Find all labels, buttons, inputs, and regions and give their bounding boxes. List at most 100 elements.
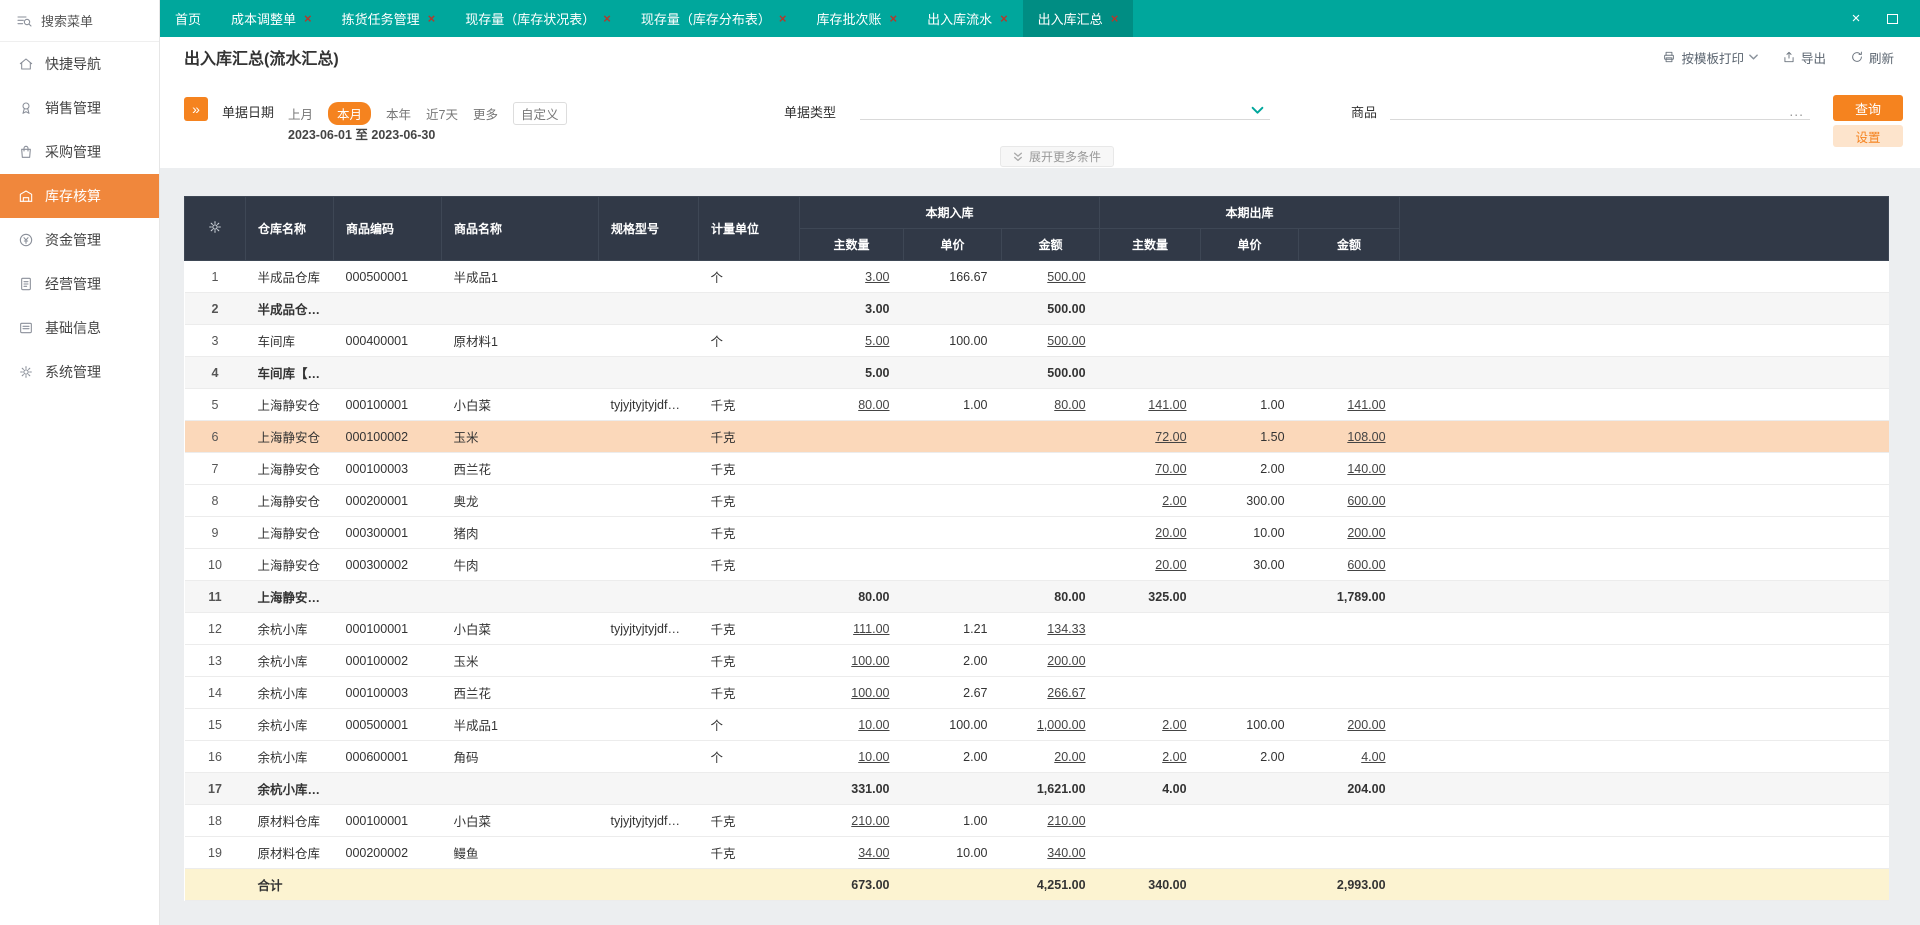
print-by-template-button[interactable]: 按模板打印 bbox=[1662, 48, 1758, 67]
cell-in-amount-link[interactable]: 340.00 bbox=[1047, 846, 1085, 860]
tab-stock-dist[interactable]: 现存量（库存分布表） × bbox=[626, 0, 802, 37]
table-row[interactable]: 7 上海静安仓 000100003 西兰花 千克 70.00 2.00 140.00 bbox=[184, 452, 1889, 485]
cell-out-amount-link[interactable]: 108.00 bbox=[1347, 430, 1385, 444]
settings-button[interactable]: 设置 bbox=[1833, 125, 1903, 147]
table-row[interactable]: 5 上海静安仓 000100001 小白菜 tyjyjtyjtyjdf… 千克 80.00 1… bbox=[184, 388, 1889, 421]
cell-out-amount-link[interactable]: 141.00 bbox=[1347, 398, 1385, 412]
cell-out-qty-link[interactable]: 20.00 bbox=[1155, 558, 1186, 572]
subtotal-row[interactable]: 17 余杭小库【… 331.00 1,621.00 4.00 204.00 bbox=[184, 772, 1889, 805]
tab-close-icon[interactable]: × bbox=[603, 12, 611, 25]
cell-out-amount-link[interactable]: 4.00 bbox=[1361, 750, 1385, 764]
cell-in-amount-link[interactable]: 500.00 bbox=[1047, 334, 1085, 348]
header-out-amount[interactable]: 金额 bbox=[1298, 228, 1401, 261]
tab-close-icon[interactable]: × bbox=[889, 12, 897, 25]
query-button[interactable]: 查询 bbox=[1833, 95, 1903, 121]
cell-out-amount-link[interactable]: 200.00 bbox=[1347, 718, 1385, 732]
header-warehouse[interactable]: 仓库名称 bbox=[245, 196, 334, 261]
table-row[interactable]: 9 上海静安仓 000300001 猪肉 千克 20.00 10.00 200.00 bbox=[184, 516, 1889, 549]
cell-in-qty-link[interactable]: 210.00 bbox=[851, 814, 889, 828]
tab-close-icon[interactable]: × bbox=[1000, 12, 1008, 25]
header-in-qty[interactable]: 主数量 bbox=[799, 228, 904, 261]
tab-close-icon[interactable]: × bbox=[1111, 12, 1119, 25]
header-in-price[interactable]: 单价 bbox=[903, 228, 1002, 261]
refresh-button[interactable]: 刷新 bbox=[1850, 48, 1894, 67]
tab-inout-flow[interactable]: 出入库流水 × bbox=[912, 0, 1023, 37]
cell-in-amount-link[interactable]: 1,000.00 bbox=[1037, 718, 1086, 732]
tab-close-icon[interactable]: × bbox=[428, 12, 436, 25]
cell-out-qty-link[interactable]: 2.00 bbox=[1162, 750, 1186, 764]
tab-close-icon[interactable]: × bbox=[779, 12, 787, 25]
expand-more-conditions-button[interactable]: 展开更多条件 bbox=[999, 146, 1115, 167]
cell-in-amount-link[interactable]: 20.00 bbox=[1054, 750, 1085, 764]
tab-cost-adjust[interactable]: 成本调整单 × bbox=[216, 0, 327, 37]
cell-in-qty-link[interactable]: 10.00 bbox=[858, 718, 889, 732]
product-input[interactable]: ... bbox=[1390, 94, 1810, 120]
sidebar-item-system[interactable]: 系统管理 bbox=[0, 350, 159, 394]
sidebar-item-funds[interactable]: 资金管理 bbox=[0, 218, 159, 262]
header-out-qty[interactable]: 主数量 bbox=[1099, 228, 1202, 261]
header-unit[interactable]: 计量单位 bbox=[698, 196, 800, 261]
cell-in-qty-link[interactable]: 10.00 bbox=[858, 750, 889, 764]
date-option-本年[interactable]: 本年 bbox=[386, 104, 411, 123]
sidebar-item-business[interactable]: 经营管理 bbox=[0, 262, 159, 306]
date-option-上月[interactable]: 上月 bbox=[288, 104, 313, 123]
sidebar-item-purchase[interactable]: 采购管理 bbox=[0, 130, 159, 174]
cell-out-qty-link[interactable]: 2.00 bbox=[1162, 494, 1186, 508]
sidebar-item-inventory[interactable]: 库存核算 bbox=[0, 174, 159, 218]
cell-out-qty-link[interactable]: 20.00 bbox=[1155, 526, 1186, 540]
table-row[interactable]: 6 上海静安仓 000100002 玉米 千克 72.00 1.50 108.00 bbox=[184, 420, 1889, 453]
cell-in-qty-link[interactable]: 3.00 bbox=[865, 270, 889, 284]
sidebar-search[interactable]: 搜索菜单 bbox=[0, 0, 159, 42]
table-row[interactable]: 18 原材料仓库 000100001 小白菜 tyjyjtyjtyjdf… 千克 210.0… bbox=[184, 804, 1889, 837]
date-option-近7天[interactable]: 近7天 bbox=[426, 104, 458, 123]
header-name[interactable]: 商品名称 bbox=[441, 196, 599, 261]
cell-in-qty-link[interactable]: 100.00 bbox=[851, 686, 889, 700]
close-window-icon[interactable]: × bbox=[1848, 10, 1864, 27]
export-button[interactable]: 导出 bbox=[1782, 48, 1826, 67]
table-row[interactable]: 3 车间库 000400001 原材料1 个 5.00 100.00 500.00 bbox=[184, 324, 1889, 357]
date-option-更多[interactable]: 更多 bbox=[473, 104, 498, 123]
cell-out-amount-link[interactable]: 600.00 bbox=[1347, 494, 1385, 508]
table-row[interactable]: 12 余杭小库 000100001 小白菜 tyjyjtyjtyjdf… 千克 111.00… bbox=[184, 612, 1889, 645]
cell-out-amount-link[interactable]: 600.00 bbox=[1347, 558, 1385, 572]
cell-in-amount-link[interactable]: 200.00 bbox=[1047, 654, 1085, 668]
table-row[interactable]: 13 余杭小库 000100002 玉米 千克 100.00 2.00 200.00 bbox=[184, 644, 1889, 677]
doc-type-select[interactable] bbox=[860, 94, 1270, 120]
cell-in-qty-link[interactable]: 80.00 bbox=[858, 398, 889, 412]
table-row[interactable]: 19 原材料仓库 000200002 鳗鱼 千克 34.00 10.00 340.00 bbox=[184, 836, 1889, 869]
maximize-window-icon[interactable] bbox=[1884, 11, 1900, 27]
cell-out-qty-link[interactable]: 2.00 bbox=[1162, 718, 1186, 732]
sidebar-item-base-info[interactable]: 基础信息 bbox=[0, 306, 159, 350]
tab-picking-task[interactable]: 拣货任务管理 × bbox=[327, 0, 451, 37]
subtotal-row[interactable]: 11 上海静安仓… 80.00 80.00 325.00 1,789.00 bbox=[184, 580, 1889, 613]
tab-close-icon[interactable]: × bbox=[304, 12, 312, 25]
header-code[interactable]: 商品编码 bbox=[333, 196, 442, 261]
table-row[interactable]: 15 余杭小库 000500001 半成品1 个 10.00 100.00 1,000.00 2… bbox=[184, 708, 1889, 741]
subtotal-row[interactable]: 2 半成品仓库… 3.00 500.00 bbox=[184, 292, 1889, 325]
cell-out-qty-link[interactable]: 70.00 bbox=[1155, 462, 1186, 476]
sidebar-item-quick-nav[interactable]: 快捷导航 bbox=[0, 42, 159, 86]
tab-inout-summary[interactable]: 出入库汇总 × bbox=[1022, 0, 1134, 37]
cell-out-qty-link[interactable]: 72.00 bbox=[1155, 430, 1186, 444]
date-range-value[interactable]: 2023-06-01 至 2023-06-30 bbox=[288, 124, 435, 143]
date-option-本月[interactable]: 本月 bbox=[328, 102, 372, 125]
table-row[interactable]: 8 上海静安仓 000200001 奥龙 千克 2.00 300.00 600.00 bbox=[184, 484, 1889, 517]
cell-in-qty-link[interactable]: 111.00 bbox=[853, 622, 889, 636]
cell-in-amount-link[interactable]: 210.00 bbox=[1047, 814, 1085, 828]
cell-in-amount-link[interactable]: 500.00 bbox=[1047, 270, 1085, 284]
cell-out-qty-link[interactable]: 141.00 bbox=[1148, 398, 1186, 412]
collapse-filter-button[interactable]: » bbox=[184, 97, 208, 121]
tab-home[interactable]: 首页 bbox=[160, 0, 216, 37]
cell-out-amount-link[interactable]: 140.00 bbox=[1347, 462, 1385, 476]
cell-in-qty-link[interactable]: 100.00 bbox=[851, 654, 889, 668]
table-row[interactable]: 14 余杭小库 000100003 西兰花 千克 100.00 2.67 266.67 bbox=[184, 676, 1889, 709]
cell-in-amount-link[interactable]: 266.67 bbox=[1047, 686, 1085, 700]
column-settings-header[interactable] bbox=[184, 196, 246, 261]
subtotal-row[interactable]: 4 车间库【小… 5.00 500.00 bbox=[184, 356, 1889, 389]
cell-in-qty-link[interactable]: 34.00 bbox=[858, 846, 889, 860]
table-row[interactable]: 1 半成品仓库 000500001 半成品1 个 3.00 166.67 500.00 bbox=[184, 260, 1889, 293]
header-out-price[interactable]: 单价 bbox=[1200, 228, 1300, 261]
table-row[interactable]: 10 上海静安仓 000300002 牛肉 千克 20.00 30.00 600.00 bbox=[184, 548, 1889, 581]
header-in-amount[interactable]: 金额 bbox=[1000, 228, 1101, 261]
tab-batch-ledger[interactable]: 库存批次账 × bbox=[801, 0, 912, 37]
